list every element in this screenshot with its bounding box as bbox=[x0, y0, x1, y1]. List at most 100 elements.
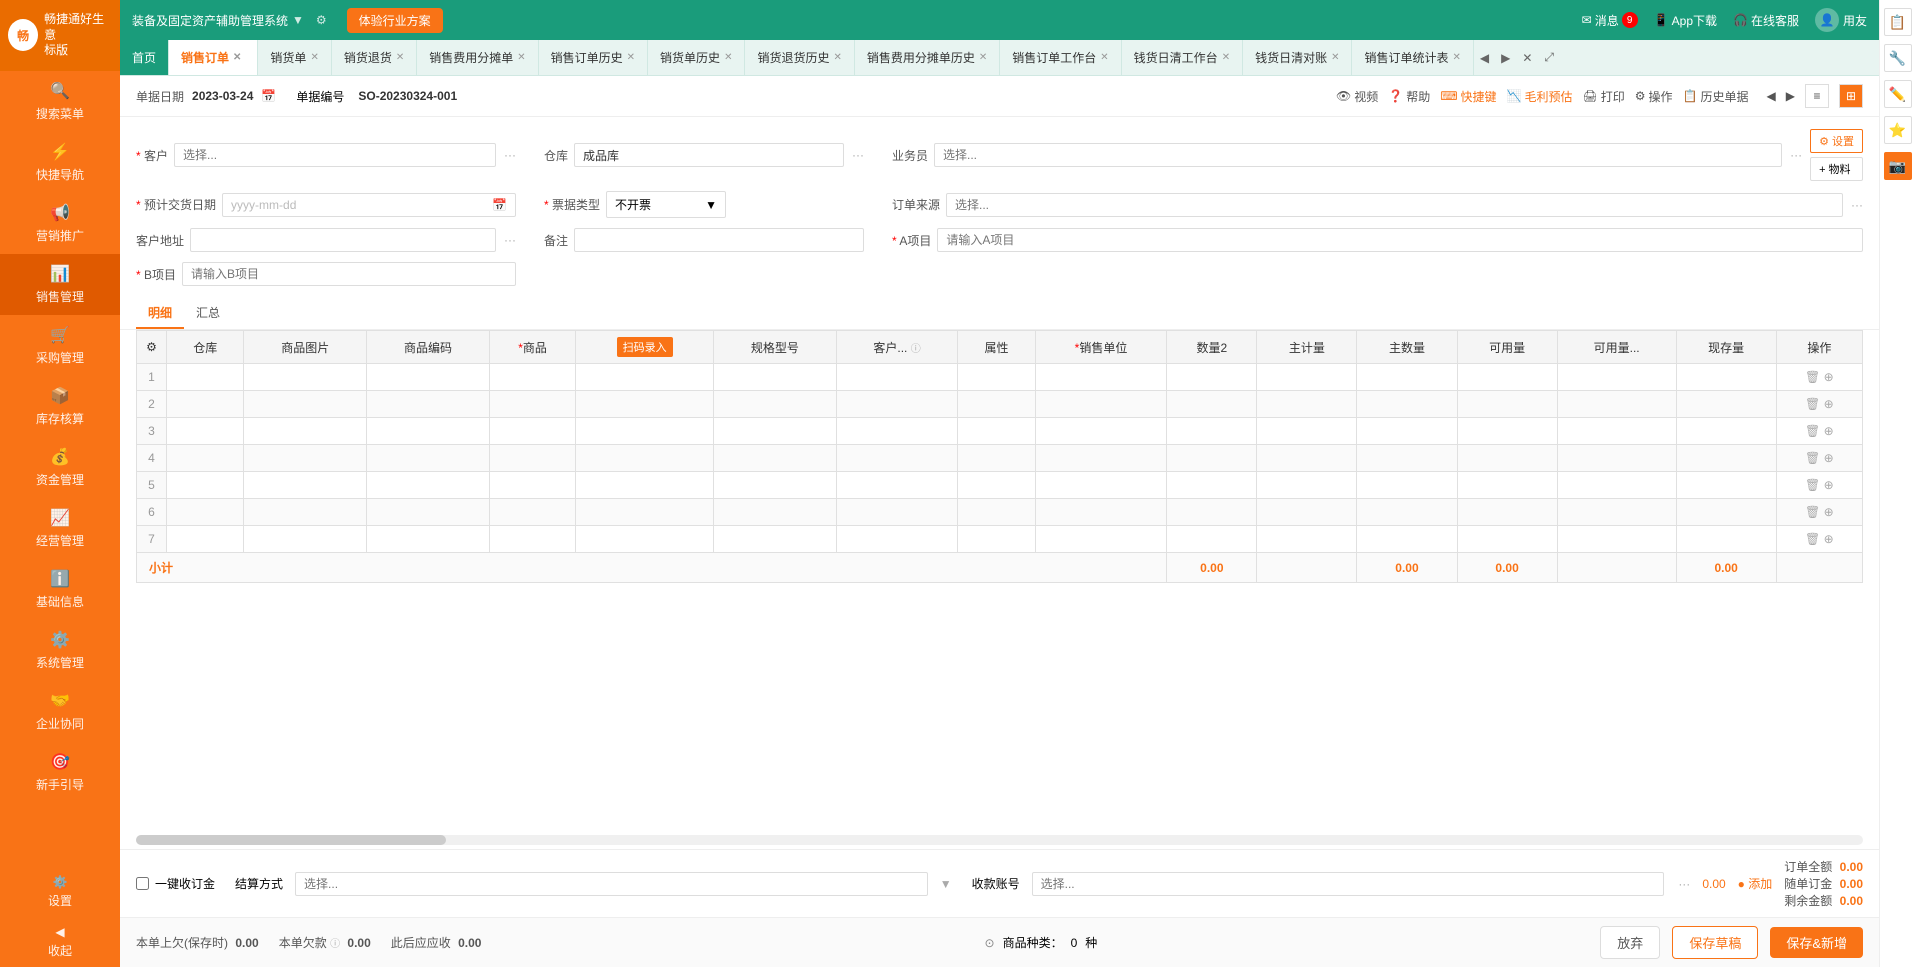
tab-reconcile[interactable]: 钱货日清对账 ✕ bbox=[1243, 40, 1352, 76]
settle-input[interactable] bbox=[295, 872, 928, 896]
tab-close-icon[interactable]: ✕ bbox=[1222, 52, 1230, 63]
cell-unit[interactable] bbox=[1035, 499, 1167, 526]
cell-product[interactable] bbox=[489, 526, 575, 553]
delete-icon[interactable]: 🗑 bbox=[1805, 397, 1820, 411]
panel-icon-0[interactable]: 📋 bbox=[1884, 8, 1912, 36]
cell-code[interactable] bbox=[367, 526, 490, 553]
sidebar-item-operation[interactable]: 📈 经营管理 bbox=[0, 498, 120, 559]
tab-sales-order[interactable]: 销售订单 ✕ bbox=[169, 40, 258, 76]
cell-customer[interactable] bbox=[836, 472, 958, 499]
sidebar-item-guide[interactable]: 🎯 新手引导 bbox=[0, 742, 120, 803]
print-btn[interactable]: 🖨 打印 bbox=[1583, 88, 1625, 105]
tab-close-icon[interactable]: ✕ bbox=[627, 52, 635, 63]
cell-code[interactable] bbox=[367, 391, 490, 418]
add-material-btn[interactable]: + 物料 bbox=[1810, 157, 1863, 181]
tab-close-icon[interactable]: ✕ bbox=[517, 52, 525, 63]
cell-product[interactable] bbox=[489, 499, 575, 526]
sidebar-item-sales[interactable]: 📊 销售管理 bbox=[0, 254, 120, 315]
cell-unit[interactable] bbox=[1035, 472, 1167, 499]
sidebar-item-marketing[interactable]: 📢 营销推广 bbox=[0, 193, 120, 254]
copy-icon[interactable]: ⊕ bbox=[1824, 478, 1834, 492]
cell-attr[interactable] bbox=[958, 418, 1035, 445]
cell-warehouse[interactable] bbox=[167, 472, 244, 499]
copy-icon[interactable]: ⊕ bbox=[1824, 370, 1834, 384]
tabs-prev-btn[interactable]: ◀ bbox=[1474, 51, 1495, 65]
cell-code[interactable] bbox=[367, 445, 490, 472]
customer-more-icon[interactable]: ··· bbox=[504, 148, 516, 162]
settings-small-btn[interactable]: ⚙ 设置 bbox=[1810, 129, 1863, 153]
cell-product[interactable] bbox=[489, 472, 575, 499]
cell-main-unit[interactable] bbox=[1257, 418, 1357, 445]
col-settings[interactable]: ⚙ bbox=[137, 331, 167, 364]
cell-unit[interactable] bbox=[1035, 445, 1167, 472]
panel-icon-2[interactable]: ✏️ bbox=[1884, 80, 1912, 108]
tab-close-icon[interactable]: ✕ bbox=[233, 52, 241, 63]
cell-customer[interactable] bbox=[836, 391, 958, 418]
sidebar-item-system[interactable]: ⚙️ 系统管理 bbox=[0, 620, 120, 681]
tab-return-history[interactable]: 销货退货历史 ✕ bbox=[745, 40, 854, 76]
layout-grid-btn[interactable]: ⊞ bbox=[1839, 84, 1863, 108]
tab-close-icon[interactable]: ✕ bbox=[833, 52, 841, 63]
message-btn[interactable]: ✉ 消息 9 bbox=[1582, 12, 1638, 29]
sidebar-item-search[interactable]: 🔍 搜索菜单 bbox=[0, 71, 120, 132]
cell-qty2[interactable] bbox=[1167, 499, 1257, 526]
tab-close-icon[interactable]: ✕ bbox=[396, 52, 404, 63]
cell-main-unit[interactable] bbox=[1257, 499, 1357, 526]
copy-icon[interactable]: ⊕ bbox=[1824, 397, 1834, 411]
nav-next-icon[interactable]: ▶ bbox=[1786, 89, 1795, 103]
cell-qty2[interactable] bbox=[1167, 472, 1257, 499]
cell-customer[interactable] bbox=[836, 364, 958, 391]
cell-attr[interactable] bbox=[958, 445, 1035, 472]
cell-main-qty[interactable] bbox=[1357, 418, 1457, 445]
delete-icon[interactable]: 🗑 bbox=[1805, 532, 1820, 546]
cell-code[interactable] bbox=[367, 364, 490, 391]
cell-attr[interactable] bbox=[958, 499, 1035, 526]
account-input[interactable] bbox=[1032, 872, 1665, 896]
cell-product[interactable] bbox=[489, 418, 575, 445]
cell-spec[interactable] bbox=[714, 499, 837, 526]
profit-btn[interactable]: 📉 毛利预估 bbox=[1507, 88, 1573, 105]
cell-code[interactable] bbox=[367, 499, 490, 526]
tab-close-icon[interactable]: ✕ bbox=[1453, 52, 1461, 63]
settings-gear-icon[interactable]: ⚙ bbox=[316, 13, 327, 27]
tab-sales-invoice[interactable]: 销货单 ✕ bbox=[258, 40, 331, 76]
tab-sales-return[interactable]: 销货退货 ✕ bbox=[332, 40, 417, 76]
staff-input[interactable] bbox=[934, 143, 1782, 167]
cell-customer[interactable] bbox=[836, 445, 958, 472]
tab-close-icon[interactable]: ✕ bbox=[724, 52, 732, 63]
sidebar-item-collab[interactable]: 🤝 企业协同 bbox=[0, 681, 120, 742]
tab-close-icon[interactable]: ✕ bbox=[1331, 52, 1339, 63]
panel-icon-1[interactable]: 🔧 bbox=[1884, 44, 1912, 72]
tab-summary[interactable]: 汇总 bbox=[184, 298, 232, 329]
sidebar-item-quicknav[interactable]: ⚡ 快捷导航 bbox=[0, 132, 120, 193]
nav-prev-icon[interactable]: ◀ bbox=[1767, 89, 1776, 103]
save-draft-button[interactable]: 保存草稿 bbox=[1672, 926, 1758, 959]
delete-icon[interactable]: 🗑 bbox=[1805, 424, 1820, 438]
cell-warehouse[interactable] bbox=[167, 364, 244, 391]
cell-customer[interactable] bbox=[836, 499, 958, 526]
cell-main-qty[interactable] bbox=[1357, 526, 1457, 553]
cell-warehouse[interactable] bbox=[167, 526, 244, 553]
view-btn[interactable]: 👁 视频 bbox=[1336, 88, 1378, 105]
remark-input[interactable] bbox=[574, 228, 864, 252]
delete-icon[interactable]: 🗑 bbox=[1805, 505, 1820, 519]
layout-list-btn[interactable]: ≡ bbox=[1805, 84, 1829, 108]
address-input[interactable] bbox=[190, 228, 496, 252]
solution-button[interactable]: 体验行业方案 bbox=[347, 8, 443, 33]
tab-cost-split[interactable]: 销售费用分摊单 ✕ bbox=[417, 40, 538, 76]
staff-more-icon[interactable]: ··· bbox=[1790, 148, 1802, 162]
app-download-btn[interactable]: 📱 App下载 bbox=[1654, 12, 1717, 29]
cell-spec[interactable] bbox=[714, 391, 837, 418]
customer-input[interactable] bbox=[174, 143, 496, 167]
cell-main-qty[interactable] bbox=[1357, 472, 1457, 499]
order-source-input[interactable] bbox=[946, 193, 1843, 217]
tab-home[interactable]: 首页 bbox=[120, 40, 169, 76]
tab-invoice-history[interactable]: 销货单历史 ✕ bbox=[648, 40, 745, 76]
cell-product[interactable] bbox=[489, 364, 575, 391]
order-source-more-icon[interactable]: ··· bbox=[1851, 198, 1863, 212]
operation-btn[interactable]: ⚙ 操作 bbox=[1635, 88, 1673, 105]
cell-customer[interactable] bbox=[836, 526, 958, 553]
cell-unit[interactable] bbox=[1035, 391, 1167, 418]
cell-unit[interactable] bbox=[1035, 526, 1167, 553]
cell-attr[interactable] bbox=[958, 391, 1035, 418]
